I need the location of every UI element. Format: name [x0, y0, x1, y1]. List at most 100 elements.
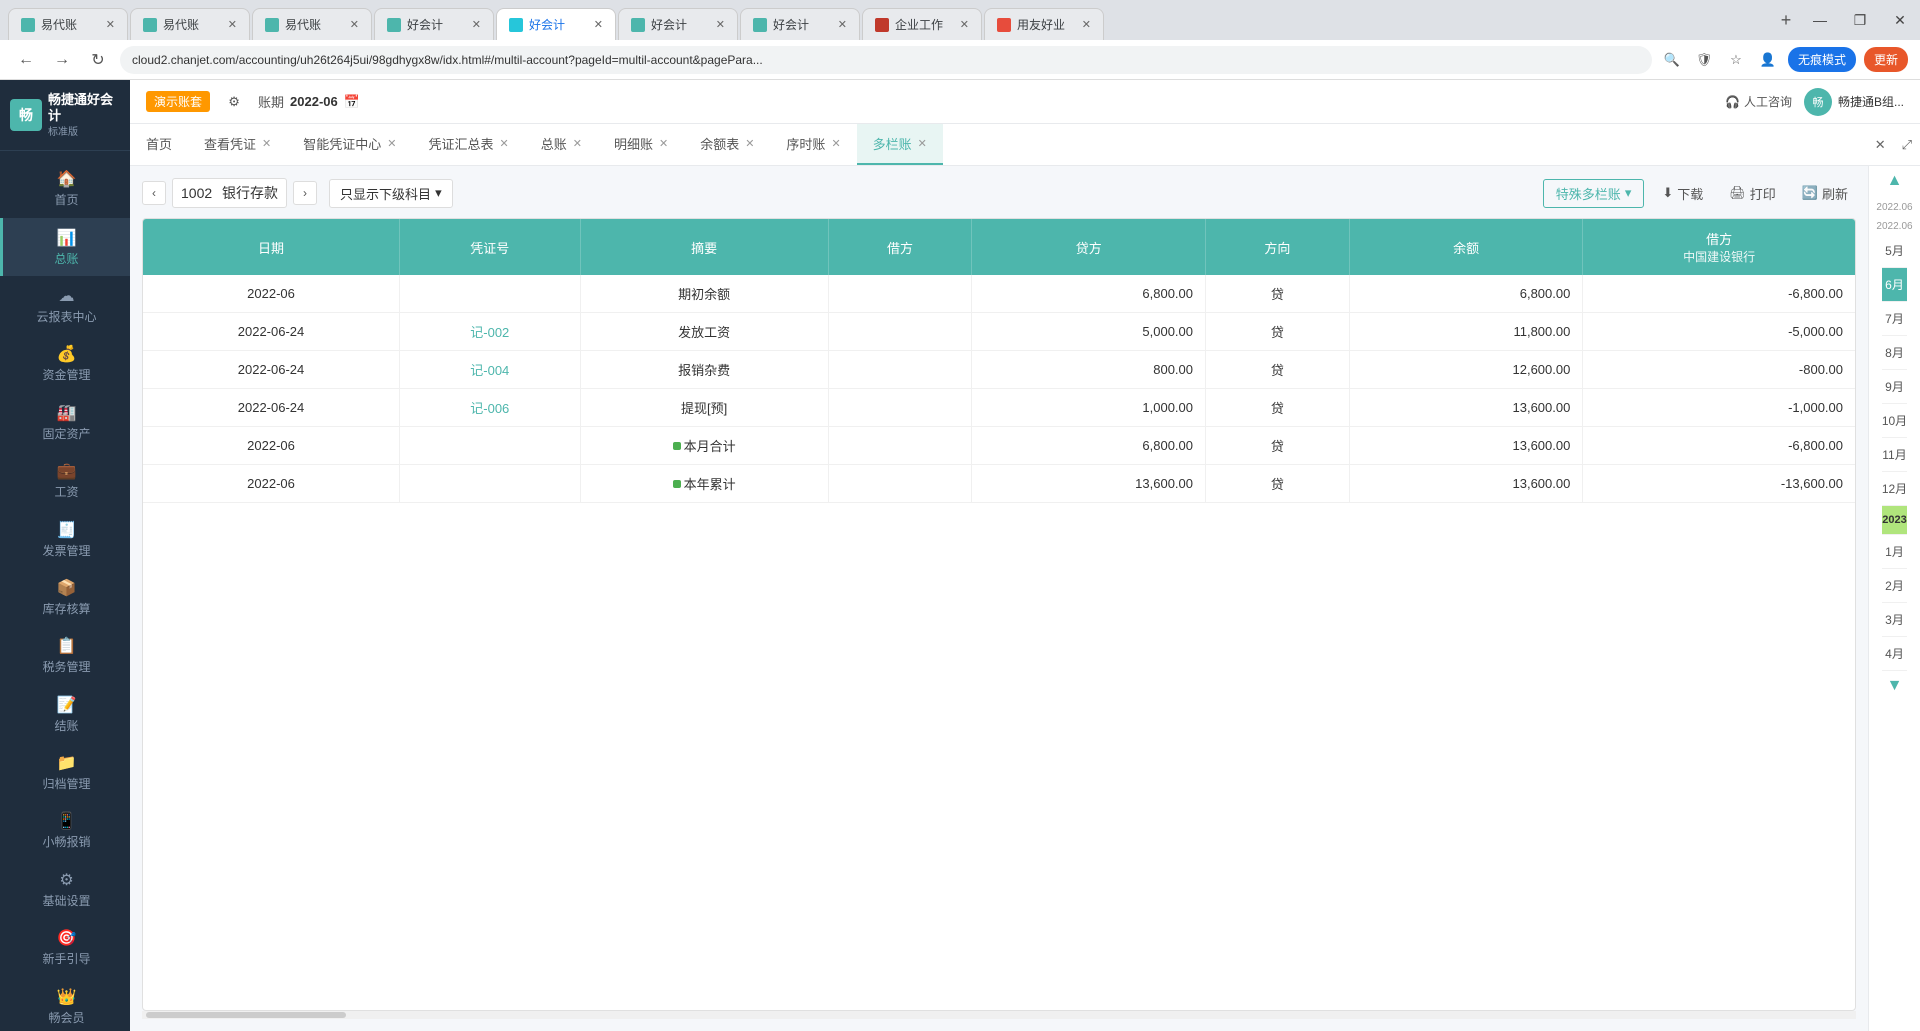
tab-close-icon[interactable]: ✕ [716, 18, 725, 31]
sidebar-item-6[interactable]: 🧾 发票管理 [0, 510, 130, 568]
tab-nav-close-button[interactable]: ✕ [1867, 129, 1894, 161]
scrollbar-thumb[interactable] [146, 1012, 346, 1018]
sidebar-item-4[interactable]: 🏭 固定资产 [0, 393, 130, 451]
sidebar-item-0[interactable]: 🏠 首页 [0, 159, 130, 217]
settings-icon[interactable]: ⚙ [222, 90, 246, 114]
month-item-1[interactable]: 6月 [1882, 268, 1907, 302]
tab-close-icon[interactable]: ✕ [228, 18, 237, 31]
month-item-7[interactable]: 12月 [1882, 472, 1907, 506]
tab-nav-expand-button[interactable]: ⤢ [1894, 129, 1920, 161]
browser-tab-t5[interactable]: 好会计 ✕ [496, 8, 616, 40]
sidebar-item-5[interactable]: 💼 工资 [0, 451, 130, 509]
month-scroll-down[interactable]: ▼ [1869, 671, 1920, 701]
sidebar-item-3[interactable]: 💰 资金管理 [0, 334, 130, 392]
month-item-12[interactable]: 4月 [1882, 637, 1907, 671]
browser-tab-t3[interactable]: 易代账 ✕ [252, 8, 372, 40]
update-button[interactable]: 更新 [1864, 47, 1908, 72]
refresh-button[interactable]: ↻ [84, 46, 112, 74]
voucher-link[interactable]: 记-002 [470, 325, 509, 340]
month-item-0[interactable]: 5月 [1882, 234, 1907, 268]
forward-button[interactable]: → [48, 46, 76, 74]
cell-voucher[interactable]: 记-002 [400, 313, 581, 351]
print-button[interactable]: 🖨 打印 [1721, 180, 1784, 207]
multi-col-button[interactable]: 特殊多栏账 ▾ [1543, 179, 1645, 208]
back-button[interactable]: ← [12, 46, 40, 74]
cell-voucher[interactable]: 记-004 [400, 351, 581, 389]
month-item-11[interactable]: 3月 [1882, 603, 1907, 637]
browser-tab-t4[interactable]: 好会计 ✕ [374, 8, 494, 40]
page-tab-5[interactable]: 明细账✕ [598, 124, 684, 165]
close-tab-icon-5[interactable]: ✕ [659, 137, 668, 150]
sidebar-item-9[interactable]: 📝 结账 [0, 685, 130, 743]
tab-close-icon[interactable]: ✕ [838, 18, 847, 31]
sidebar-item-12[interactable]: ⚙ 基础设置 [0, 860, 130, 918]
close-button[interactable]: ✕ [1888, 8, 1912, 32]
browser-tab-t9[interactable]: 用友好业 ✕ [984, 8, 1104, 40]
star-icon[interactable]: ☆ [1724, 48, 1748, 72]
sidebar-item-13[interactable]: 🎯 新手引导 [0, 918, 130, 976]
close-tab-icon-6[interactable]: ✕ [745, 137, 754, 150]
month-item-9[interactable]: 1月 [1882, 535, 1907, 569]
refresh-button[interactable]: 🔄 刷新 [1794, 180, 1856, 207]
sidebar-item-11[interactable]: 📱 小畅报销 [0, 801, 130, 859]
browser-tab-t8[interactable]: 企业工作 ✕ [862, 8, 982, 40]
prev-account-button[interactable]: ‹ [142, 181, 166, 205]
horizontal-scrollbar[interactable] [142, 1011, 1856, 1019]
tab-close-icon[interactable]: ✕ [106, 18, 115, 31]
month-item-10[interactable]: 2月 [1882, 569, 1907, 603]
month-item-8[interactable]: 2023 [1882, 506, 1907, 535]
sidebar-item-8[interactable]: 📋 税务管理 [0, 626, 130, 684]
month-item-5[interactable]: 10月 [1882, 404, 1907, 438]
month-item-6[interactable]: 11月 [1882, 438, 1907, 472]
calendar-icon[interactable]: 📅 [344, 94, 360, 110]
sidebar-item-2[interactable]: ☁ 云报表中心 [0, 276, 130, 334]
tab-close-icon[interactable]: ✕ [350, 18, 359, 31]
sidebar-item-10[interactable]: 📁 归档管理 [0, 743, 130, 801]
page-tab-3[interactable]: 凭证汇总表✕ [412, 124, 524, 165]
minimize-button[interactable]: — [1808, 8, 1832, 32]
close-tab-icon-3[interactable]: ✕ [500, 137, 509, 150]
close-tab-icon-7[interactable]: ✕ [831, 137, 840, 150]
browser-tab-t2[interactable]: 易代账 ✕ [130, 8, 250, 40]
shield-icon[interactable]: 🛡 [1692, 48, 1716, 72]
close-tab-icon-2[interactable]: ✕ [387, 137, 396, 150]
filter-select[interactable]: 只显示下级科目 ▾ [329, 179, 453, 208]
page-tab-1[interactable]: 查看凭证✕ [188, 124, 287, 165]
consultant-button[interactable]: 🎧 人工咨询 [1725, 93, 1792, 110]
profile-icon[interactable]: 👤 [1756, 48, 1780, 72]
month-item-4[interactable]: 9月 [1882, 370, 1907, 404]
next-account-button[interactable]: › [293, 181, 317, 205]
download-button[interactable]: ⬇ 下载 [1654, 180, 1711, 207]
page-tab-4[interactable]: 总账✕ [525, 124, 598, 165]
browser-tab-t1[interactable]: 易代账 ✕ [8, 8, 128, 40]
no-trace-button[interactable]: 无痕模式 [1788, 47, 1856, 72]
tab-close-icon[interactable]: ✕ [960, 18, 969, 31]
sidebar-item-14[interactable]: 👑 畅会员 [0, 977, 130, 1031]
page-tab-2[interactable]: 智能凭证中心✕ [287, 124, 412, 165]
month-item-3[interactable]: 8月 [1882, 336, 1907, 370]
page-tab-6[interactable]: 余额表✕ [684, 124, 770, 165]
sidebar-item-1[interactable]: 📊 总账 [0, 218, 130, 276]
close-tab-icon-4[interactable]: ✕ [573, 137, 582, 150]
voucher-link[interactable]: 记-006 [470, 401, 509, 416]
browser-tab-t6[interactable]: 好会计 ✕ [618, 8, 738, 40]
tab-close-icon[interactable]: ✕ [472, 18, 481, 31]
page-tab-8[interactable]: 多栏账✕ [857, 124, 943, 165]
sidebar-item-7[interactable]: 📦 库存核算 [0, 568, 130, 626]
new-tab-button[interactable]: + [1772, 6, 1800, 34]
voucher-link[interactable]: 记-004 [470, 363, 509, 378]
page-tab-7[interactable]: 序时账✕ [770, 124, 856, 165]
page-tab-0[interactable]: 首页 [130, 124, 188, 165]
close-tab-icon-1[interactable]: ✕ [262, 137, 271, 150]
month-scroll-up[interactable]: ▲ [1869, 166, 1920, 196]
tab-close-icon[interactable]: ✕ [594, 18, 603, 31]
maximize-button[interactable]: ❐ [1848, 8, 1872, 32]
month-item-2[interactable]: 7月 [1882, 302, 1907, 336]
browser-tab-t7[interactable]: 好会计 ✕ [740, 8, 860, 40]
close-tab-icon-8[interactable]: ✕ [918, 137, 927, 150]
search-icon[interactable]: 🔍 [1660, 48, 1684, 72]
period-value[interactable]: 2022-06 [290, 94, 338, 109]
url-input[interactable]: cloud2.chanjet.com/accounting/uh26t264j5… [120, 46, 1652, 74]
cell-voucher[interactable]: 记-006 [400, 389, 581, 427]
tab-close-icon[interactable]: ✕ [1082, 18, 1091, 31]
